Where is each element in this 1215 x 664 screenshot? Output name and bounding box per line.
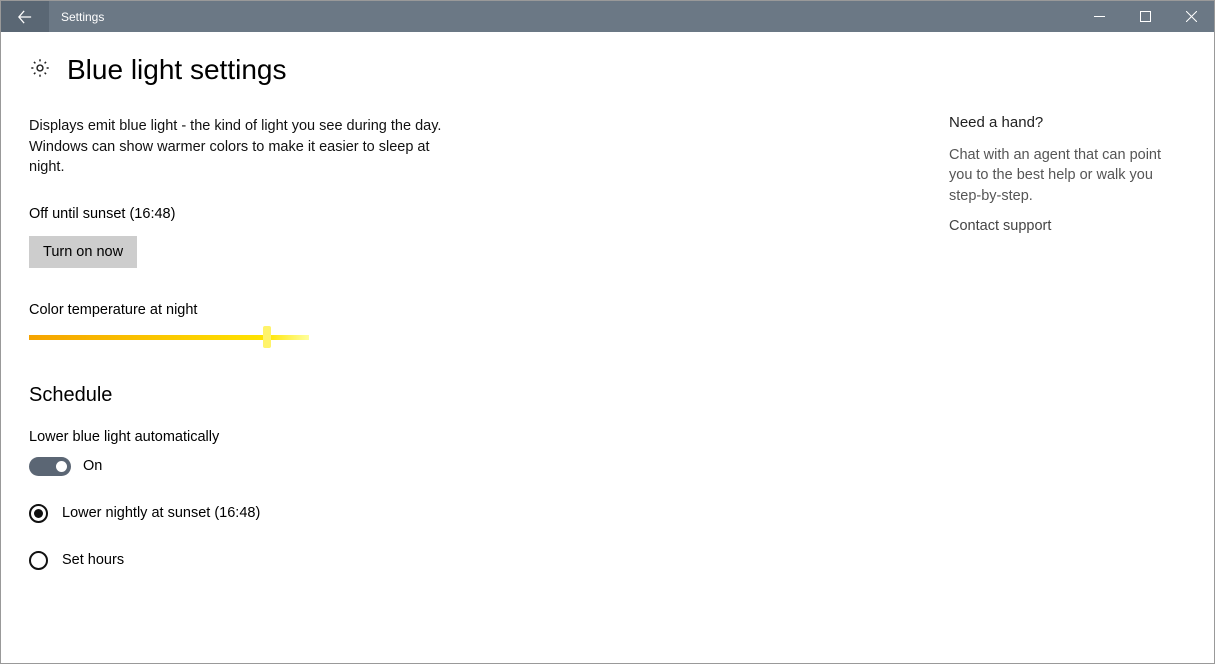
- radio-sunset-row[interactable]: Lower nightly at sunset (16:48): [29, 504, 949, 523]
- toggle-knob: [56, 461, 67, 472]
- close-button[interactable]: [1168, 1, 1214, 32]
- color-temp-label: Color temperature at night: [29, 302, 949, 318]
- content-area: Blue light settings Displays emit blue l…: [1, 32, 1214, 663]
- maximize-button[interactable]: [1122, 1, 1168, 32]
- turn-on-button[interactable]: Turn on now: [29, 236, 137, 268]
- close-icon: [1186, 11, 1197, 22]
- window-title: Settings: [49, 1, 104, 32]
- radio-set-hours[interactable]: [29, 551, 48, 570]
- radio-sunset-label: Lower nightly at sunset (16:48): [62, 505, 260, 521]
- status-text: Off until sunset (16:48): [29, 206, 949, 222]
- back-button[interactable]: [1, 1, 49, 32]
- help-text: Chat with an agent that can point you to…: [949, 145, 1169, 206]
- auto-lower-label: Lower blue light automatically: [29, 429, 949, 445]
- radio-sunset[interactable]: [29, 504, 48, 523]
- slider-thumb[interactable]: [263, 326, 271, 348]
- main-column: Blue light settings Displays emit blue l…: [29, 54, 949, 643]
- page-header: Blue light settings: [29, 54, 949, 86]
- page-title: Blue light settings: [67, 54, 286, 86]
- page-description: Displays emit blue light - the kind of l…: [29, 116, 469, 178]
- help-heading: Need a hand?: [949, 114, 1186, 131]
- gear-icon: [29, 57, 51, 84]
- radio-set-hours-label: Set hours: [62, 552, 124, 568]
- toggle-state-label: On: [83, 458, 102, 474]
- color-temp-slider[interactable]: [29, 330, 309, 344]
- titlebar-spacer: [104, 1, 1076, 32]
- maximize-icon: [1140, 11, 1151, 22]
- radio-set-hours-row[interactable]: Set hours: [29, 551, 949, 570]
- contact-support-link[interactable]: Contact support: [949, 218, 1186, 234]
- arrow-left-icon: [18, 10, 32, 24]
- minimize-icon: [1094, 11, 1105, 22]
- auto-toggle[interactable]: [29, 457, 71, 476]
- auto-toggle-row: On: [29, 457, 949, 476]
- schedule-heading: Schedule: [29, 384, 949, 407]
- minimize-button[interactable]: [1076, 1, 1122, 32]
- help-column: Need a hand? Chat with an agent that can…: [949, 54, 1186, 643]
- titlebar: Settings: [1, 1, 1214, 32]
